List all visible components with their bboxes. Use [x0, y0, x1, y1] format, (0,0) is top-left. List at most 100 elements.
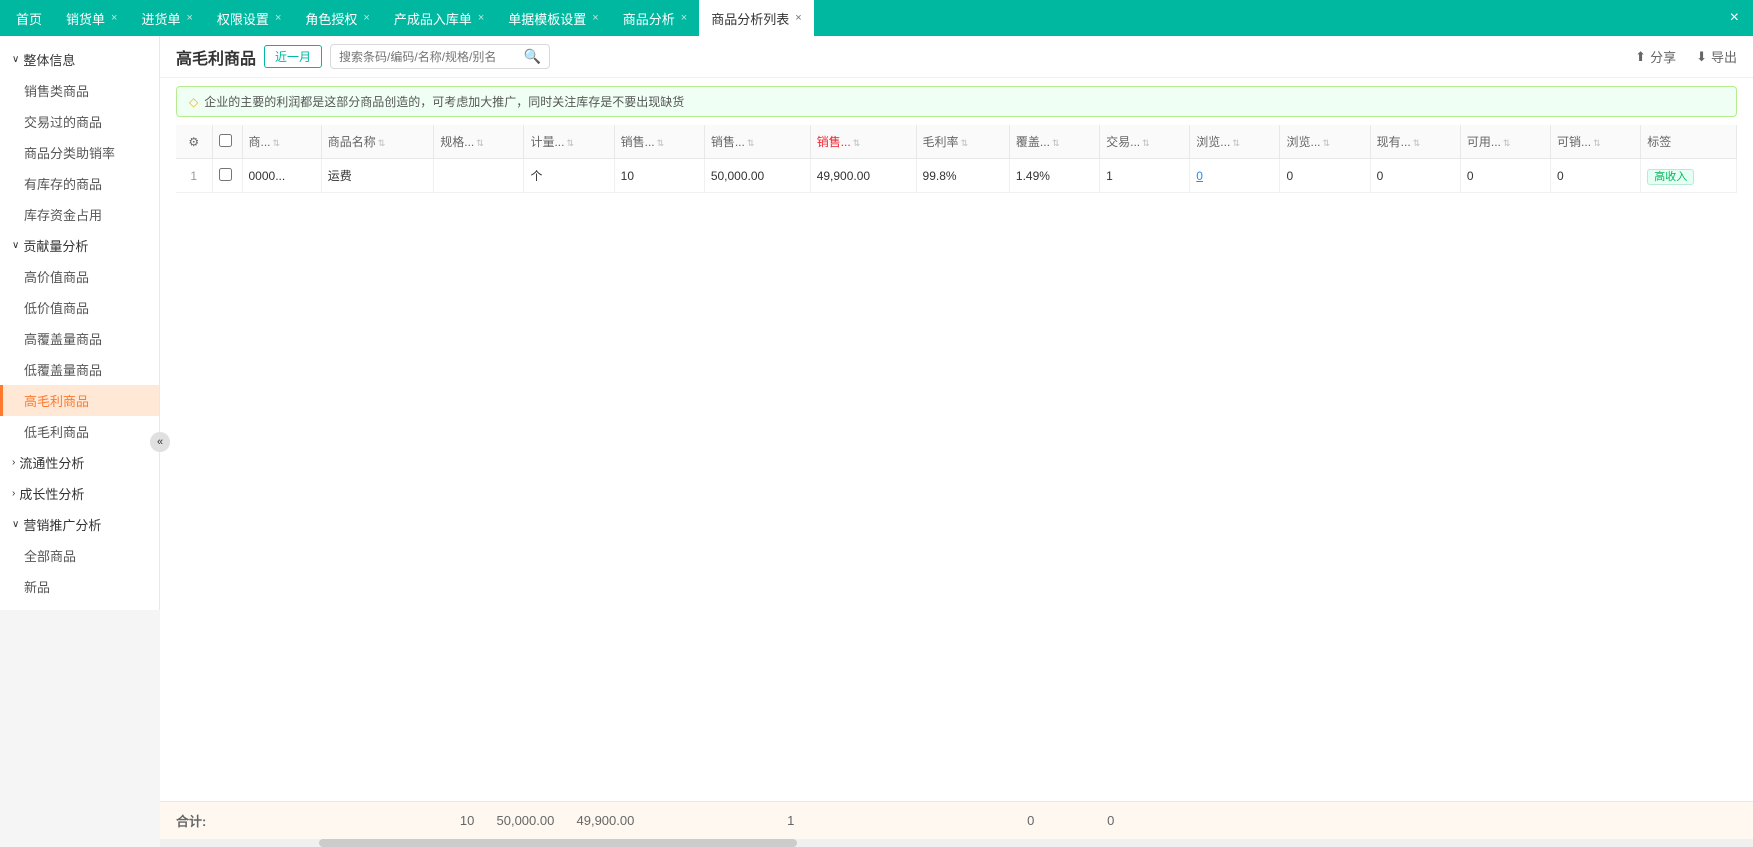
- nav-close-product-analysis[interactable]: ×: [681, 12, 687, 24]
- export-icon: ⬇: [1696, 49, 1707, 65]
- cell-browse1[interactable]: 0: [1190, 159, 1280, 193]
- sidebar-group-overall[interactable]: ∨ 整体信息: [0, 44, 159, 75]
- horizontal-scrollbar[interactable]: [160, 839, 1753, 847]
- share-icon: ⬆: [1635, 49, 1646, 65]
- arrow-growth: ›: [12, 488, 15, 499]
- sidebar-item-high-coverage[interactable]: 高覆盖量商品: [0, 323, 159, 354]
- col-sales-qty[interactable]: 销售...⇅: [614, 125, 704, 159]
- sidebar-item-high-value[interactable]: 高价值商品: [0, 261, 159, 292]
- select-all-checkbox[interactable]: [219, 134, 232, 147]
- col-transaction[interactable]: 交易...⇅: [1100, 125, 1190, 159]
- footer-sales-qty: 10: [422, 813, 482, 828]
- col-gross-margin[interactable]: 毛利率⇅: [916, 125, 1009, 159]
- nav-product-analysis[interactable]: 商品分析 ×: [611, 0, 699, 36]
- col-name[interactable]: 商品名称⇅: [321, 125, 434, 159]
- col-sales-profit[interactable]: 销售...⇅: [810, 125, 916, 159]
- sidebar-item-new-goods[interactable]: 新品: [0, 571, 159, 602]
- col-coverage[interactable]: 覆盖...⇅: [1009, 125, 1099, 159]
- cell-coverage: 1.49%: [1009, 159, 1099, 193]
- col-available-stock[interactable]: 可用...⇅: [1460, 125, 1550, 159]
- cell-available-stock: 0: [1460, 159, 1550, 193]
- period-filter-button[interactable]: 近一月: [264, 45, 322, 68]
- sidebar-group-contribution[interactable]: ∨ 贡献量分析: [0, 230, 159, 261]
- nav-close-permission[interactable]: ×: [275, 12, 281, 24]
- sidebar-group-flow[interactable]: › 流通性分析: [0, 447, 159, 478]
- share-button[interactable]: ⬆ 分享: [1635, 47, 1676, 66]
- search-box: 🔍: [330, 44, 550, 69]
- cell-unit: 个: [524, 159, 614, 193]
- nav-template-settings[interactable]: 单据模板设置 ×: [496, 0, 610, 36]
- col-sales-amount[interactable]: 销售...⇅: [704, 125, 810, 159]
- sidebar-group-marketing[interactable]: ∨ 营销推广分析: [0, 509, 159, 540]
- sidebar-item-traded-goods[interactable]: 交易过的商品: [0, 106, 159, 137]
- cell-tag: 高收入: [1641, 159, 1737, 193]
- scrollbar-thumb[interactable]: [319, 839, 797, 847]
- table-row: 1 0000... 运费 个 10 50,000.00 49,900.00 99…: [176, 159, 1737, 193]
- footer-total-label: 合计:: [176, 811, 206, 830]
- cell-index: 1: [176, 159, 212, 193]
- main-layout: ∨ 整体信息 销售类商品 交易过的商品 商品分类助销率 有库存的商品 库存资金占…: [0, 36, 1753, 847]
- col-browse1[interactable]: 浏览...⇅: [1190, 125, 1280, 159]
- sidebar-collapse-button[interactable]: «: [150, 432, 170, 452]
- export-button[interactable]: ⬇ 导出: [1696, 47, 1737, 66]
- footer-cells: 10 50,000.00 49,900.00 1 0 0: [222, 813, 1737, 828]
- nav-close-purchase-order[interactable]: ×: [186, 12, 192, 24]
- info-bar: ◇ 企业的主要的利润都是这部分商品创造的，可考虑加大推广，同时关注库存是不要出现…: [176, 86, 1737, 117]
- footer-available-stock: 0: [1042, 813, 1122, 828]
- cell-gross-margin: 99.8%: [916, 159, 1009, 193]
- data-table-wrapper: ⚙ 商...⇅ 商品名称⇅ 规格...⇅ 计量...⇅ 销售...⇅ 销售...…: [160, 125, 1753, 801]
- sidebar-item-high-margin[interactable]: 高毛利商品: [0, 385, 159, 416]
- nav-close-template[interactable]: ×: [592, 12, 598, 24]
- nav-product-analysis-list[interactable]: 商品分析列表 ×: [699, 0, 813, 36]
- arrow-marketing: ∨: [12, 519, 19, 530]
- col-spec[interactable]: 规格...⇅: [434, 125, 524, 159]
- col-current-stock[interactable]: 现有...⇅: [1370, 125, 1460, 159]
- sidebar-item-low-margin[interactable]: 低毛利商品: [0, 416, 159, 447]
- nav-close-product-analysis-list[interactable]: ×: [795, 12, 801, 24]
- col-code[interactable]: 商...⇅: [242, 125, 321, 159]
- nav-permission-settings[interactable]: 权限设置 ×: [205, 0, 293, 36]
- nav-role-auth[interactable]: 角色授权 ×: [293, 0, 381, 36]
- footer-current-stock: 0: [962, 813, 1042, 828]
- page-title: 高毛利商品: [176, 45, 256, 69]
- cell-checkbox: [212, 159, 242, 193]
- cell-code: 0000...: [242, 159, 321, 193]
- col-browse2[interactable]: 浏览...⇅: [1280, 125, 1370, 159]
- nav-close-sales-order[interactable]: ×: [111, 12, 117, 24]
- sidebar-group-growth[interactable]: › 成长性分析: [0, 478, 159, 509]
- sidebar-item-category-rate[interactable]: 商品分类助销率: [0, 137, 159, 168]
- arrow-contribution: ∨: [12, 240, 19, 251]
- nav-home[interactable]: 首页: [4, 0, 54, 36]
- col-unit[interactable]: 计量...⇅: [524, 125, 614, 159]
- search-icon[interactable]: 🔍: [524, 48, 541, 65]
- cell-transaction: 1: [1100, 159, 1190, 193]
- col-tag: 标签: [1641, 125, 1737, 159]
- cell-spec: [434, 159, 524, 193]
- window-close-button[interactable]: ×: [1720, 9, 1749, 27]
- nav-sales-order[interactable]: 销货单 ×: [54, 0, 129, 36]
- sidebar-item-all-goods[interactable]: 全部商品: [0, 540, 159, 571]
- nav-finished-goods[interactable]: 产成品入库单 ×: [382, 0, 496, 36]
- sidebar-item-stocked-goods[interactable]: 有库存的商品: [0, 168, 159, 199]
- sidebar-item-low-value[interactable]: 低价值商品: [0, 292, 159, 323]
- footer-transaction: 1: [722, 813, 802, 828]
- sidebar-item-sales-goods[interactable]: 销售类商品: [0, 75, 159, 106]
- data-table: ⚙ 商...⇅ 商品名称⇅ 规格...⇅ 计量...⇅ 销售...⇅ 销售...…: [176, 125, 1737, 193]
- top-nav: 首页 销货单 × 进货单 × 权限设置 × 角色授权 × 产成品入库单 × 单据…: [0, 0, 1753, 36]
- sidebar: ∨ 整体信息 销售类商品 交易过的商品 商品分类助销率 有库存的商品 库存资金占…: [0, 36, 160, 610]
- sidebar-item-stock-capital[interactable]: 库存资金占用: [0, 199, 159, 230]
- sidebar-item-low-coverage[interactable]: 低覆盖量商品: [0, 354, 159, 385]
- col-checkbox: [212, 125, 242, 159]
- footer-sales-amount: 50,000.00: [482, 813, 562, 828]
- nav-close-role-auth[interactable]: ×: [363, 12, 369, 24]
- nav-close-finished-goods[interactable]: ×: [478, 12, 484, 24]
- arrow-overall: ∨: [12, 54, 19, 65]
- content-area: 高毛利商品 近一月 🔍 ⬆ 分享 ⬇ 导出 ◇ 企业的主要的利润都是这部分商品创…: [160, 36, 1753, 847]
- search-input[interactable]: [339, 50, 524, 64]
- cell-sales-qty: 10: [614, 159, 704, 193]
- nav-purchase-order[interactable]: 进货单 ×: [129, 0, 204, 36]
- row-checkbox[interactable]: [219, 168, 232, 181]
- cell-name: 运费: [321, 159, 434, 193]
- col-sellable-stock[interactable]: 可销...⇅: [1551, 125, 1641, 159]
- col-settings[interactable]: ⚙: [176, 125, 212, 159]
